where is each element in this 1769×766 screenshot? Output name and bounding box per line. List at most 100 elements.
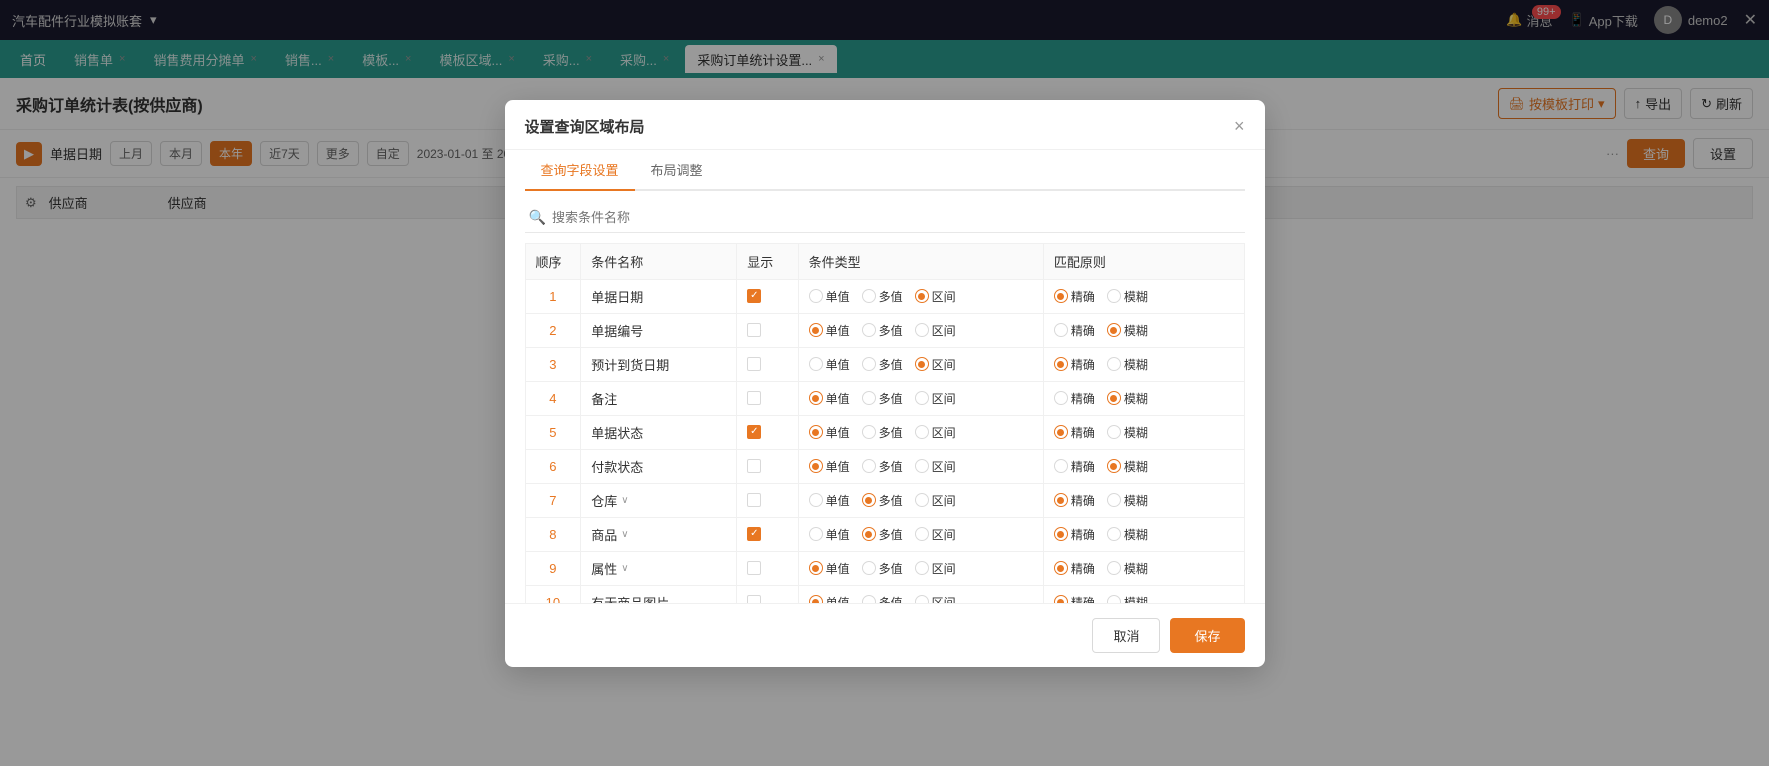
save-button[interactable]: 保存 <box>1170 618 1244 653</box>
row-6-type-单值-radio[interactable] <box>809 493 823 507</box>
row-6-type-多值[interactable]: 多值 <box>862 492 903 509</box>
row-9-type-单值[interactable]: 单值 <box>809 594 850 603</box>
row-2-type-多值[interactable]: 多值 <box>862 356 903 373</box>
row-7-type-区间-radio[interactable] <box>915 527 929 541</box>
row-5-type-多值[interactable]: 多值 <box>862 458 903 475</box>
cancel-button[interactable]: 取消 <box>1092 618 1160 653</box>
row-7-type-多值-radio[interactable] <box>862 527 876 541</box>
row-8-type-多值[interactable]: 多值 <box>862 560 903 577</box>
row-5-type-区间-radio[interactable] <box>915 459 929 473</box>
row-1-show-checkbox[interactable] <box>747 323 761 337</box>
row-7-expand-icon[interactable]: ∨ <box>621 529 628 540</box>
row-5-type-多值-radio[interactable] <box>862 459 876 473</box>
row-3-match-模糊[interactable]: 模糊 <box>1107 390 1148 407</box>
row-0-match-模糊[interactable]: 模糊 <box>1107 288 1148 305</box>
row-9-type-多值[interactable]: 多值 <box>862 594 903 603</box>
row-4-type-区间[interactable]: 区间 <box>915 424 956 441</box>
dialog-tab-query-fields[interactable]: 查询字段设置 <box>525 150 635 191</box>
row-8-match-精确[interactable]: 精确 <box>1054 560 1095 577</box>
row-5-type-单值-radio[interactable] <box>809 459 823 473</box>
row-2-type-区间-radio[interactable] <box>915 357 929 371</box>
row-1-type-区间-radio[interactable] <box>915 323 929 337</box>
row-9-type-多值-radio[interactable] <box>862 595 876 603</box>
row-0-show-checkbox[interactable] <box>747 289 761 303</box>
row-9-type-区间-radio[interactable] <box>915 595 929 603</box>
row-2-type-单值-radio[interactable] <box>809 357 823 371</box>
row-4-match-模糊-radio[interactable] <box>1107 425 1121 439</box>
row-4-type-区间-radio[interactable] <box>915 425 929 439</box>
row-8-type-单值[interactable]: 单值 <box>809 560 850 577</box>
row-7-type-多值[interactable]: 多值 <box>862 526 903 543</box>
row-9-match-模糊-radio[interactable] <box>1107 595 1121 603</box>
row-4-type-单值-radio[interactable] <box>809 425 823 439</box>
row-5-show-checkbox[interactable] <box>747 459 761 473</box>
row-4-type-单值[interactable]: 单值 <box>809 424 850 441</box>
row-1-type-单值[interactable]: 单值 <box>809 322 850 339</box>
row-6-match-精确-radio[interactable] <box>1054 493 1068 507</box>
row-9-match-精确[interactable]: 精确 <box>1054 594 1095 603</box>
row-2-match-精确-radio[interactable] <box>1054 357 1068 371</box>
row-2-show-checkbox[interactable] <box>747 357 761 371</box>
row-7-match-精确-radio[interactable] <box>1054 527 1068 541</box>
row-3-match-精确-radio[interactable] <box>1054 391 1068 405</box>
row-8-type-多值-radio[interactable] <box>862 561 876 575</box>
row-8-type-单值-radio[interactable] <box>809 561 823 575</box>
row-0-type-区间[interactable]: 区间 <box>915 288 956 305</box>
row-3-type-单值-radio[interactable] <box>809 391 823 405</box>
row-8-match-模糊[interactable]: 模糊 <box>1107 560 1148 577</box>
row-8-type-区间-radio[interactable] <box>915 561 929 575</box>
row-0-match-精确[interactable]: 精确 <box>1054 288 1095 305</box>
row-4-type-多值-radio[interactable] <box>862 425 876 439</box>
row-2-match-模糊[interactable]: 模糊 <box>1107 356 1148 373</box>
row-9-match-模糊[interactable]: 模糊 <box>1107 594 1148 603</box>
search-input[interactable] <box>552 210 752 225</box>
row-6-expand-icon[interactable]: ∨ <box>621 495 628 506</box>
row-1-type-多值-radio[interactable] <box>862 323 876 337</box>
row-6-type-区间[interactable]: 区间 <box>915 492 956 509</box>
row-7-match-模糊[interactable]: 模糊 <box>1107 526 1148 543</box>
row-7-match-模糊-radio[interactable] <box>1107 527 1121 541</box>
row-2-type-多值-radio[interactable] <box>862 357 876 371</box>
row-7-match-精确[interactable]: 精确 <box>1054 526 1095 543</box>
row-5-match-模糊-radio[interactable] <box>1107 459 1121 473</box>
row-4-show-checkbox[interactable] <box>747 425 761 439</box>
row-7-type-区间[interactable]: 区间 <box>915 526 956 543</box>
row-9-match-精确-radio[interactable] <box>1054 595 1068 603</box>
row-5-match-精确-radio[interactable] <box>1054 459 1068 473</box>
row-8-match-模糊-radio[interactable] <box>1107 561 1121 575</box>
row-0-type-多值-radio[interactable] <box>862 289 876 303</box>
row-8-show-checkbox[interactable] <box>747 561 761 575</box>
row-1-match-模糊[interactable]: 模糊 <box>1107 322 1148 339</box>
row-5-match-模糊[interactable]: 模糊 <box>1107 458 1148 475</box>
row-7-show-checkbox[interactable] <box>747 527 761 541</box>
row-1-match-精确-radio[interactable] <box>1054 323 1068 337</box>
row-5-type-区间[interactable]: 区间 <box>915 458 956 475</box>
row-8-match-精确-radio[interactable] <box>1054 561 1068 575</box>
row-0-type-区间-radio[interactable] <box>915 289 929 303</box>
row-2-type-区间[interactable]: 区间 <box>915 356 956 373</box>
row-6-match-模糊-radio[interactable] <box>1107 493 1121 507</box>
row-6-match-精确[interactable]: 精确 <box>1054 492 1095 509</box>
row-0-match-模糊-radio[interactable] <box>1107 289 1121 303</box>
row-3-type-多值-radio[interactable] <box>862 391 876 405</box>
row-8-type-区间[interactable]: 区间 <box>915 560 956 577</box>
row-8-expand-icon[interactable]: ∨ <box>621 563 628 574</box>
row-6-type-多值-radio[interactable] <box>862 493 876 507</box>
row-6-type-区间-radio[interactable] <box>915 493 929 507</box>
row-2-match-模糊-radio[interactable] <box>1107 357 1121 371</box>
row-7-type-单值[interactable]: 单值 <box>809 526 850 543</box>
row-1-type-单值-radio[interactable] <box>809 323 823 337</box>
row-4-match-模糊[interactable]: 模糊 <box>1107 424 1148 441</box>
row-0-type-多值[interactable]: 多值 <box>862 288 903 305</box>
row-4-match-精确[interactable]: 精确 <box>1054 424 1095 441</box>
row-5-match-精确[interactable]: 精确 <box>1054 458 1095 475</box>
row-6-match-模糊[interactable]: 模糊 <box>1107 492 1148 509</box>
row-4-match-精确-radio[interactable] <box>1054 425 1068 439</box>
row-1-match-模糊-radio[interactable] <box>1107 323 1121 337</box>
row-1-type-多值[interactable]: 多值 <box>862 322 903 339</box>
dialog-close-button[interactable]: × <box>1234 117 1245 135</box>
row-2-type-单值[interactable]: 单值 <box>809 356 850 373</box>
row-0-type-单值-radio[interactable] <box>809 289 823 303</box>
row-3-match-模糊-radio[interactable] <box>1107 391 1121 405</box>
row-9-show-checkbox[interactable] <box>747 595 761 603</box>
